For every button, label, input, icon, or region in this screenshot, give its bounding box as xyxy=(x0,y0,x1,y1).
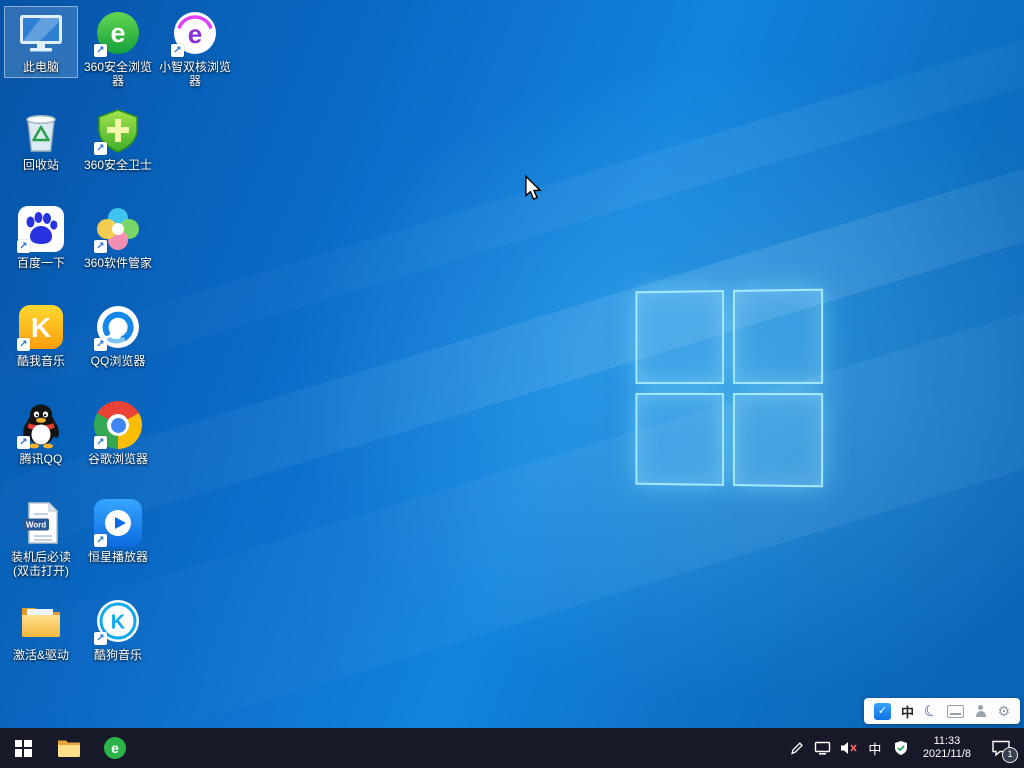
icon-label: 百度一下 xyxy=(16,256,65,270)
shortcut-arrow-overlay: ↗ xyxy=(171,44,184,57)
qq-browser-icon: ↗ xyxy=(94,303,142,351)
ime-account-person-icon[interactable] xyxy=(974,704,987,718)
svg-text:e: e xyxy=(188,19,202,49)
network-icon[interactable] xyxy=(810,728,836,768)
tray-clock[interactable]: 11:33 2021/11/8 xyxy=(914,735,980,761)
desktop-icon-baidu[interactable]: ↗ 百度一下 xyxy=(4,202,78,274)
ime-language-mode[interactable]: 中 xyxy=(901,702,914,721)
kugou-music-icon: K ↗ xyxy=(94,597,142,645)
windows-logo-pane xyxy=(732,392,824,488)
ime-logo-icon[interactable]: ✓ xyxy=(873,702,891,720)
desktop-icon-kugou-music[interactable]: K ↗ 酷狗音乐 xyxy=(81,594,155,666)
360-browser-icon: e xyxy=(104,737,126,759)
file-explorer-button[interactable] xyxy=(46,728,92,768)
ime-toolbar[interactable]: ✓ 中 ☾ ⚙ xyxy=(863,698,1020,724)
icon-label: QQ浏览器 xyxy=(90,354,146,368)
taskbar: e 中 11:33 2021/11/8 1 xyxy=(0,728,1024,768)
icon-label: 回收站 xyxy=(22,158,59,172)
shortcut-arrow-overlay: ↗ xyxy=(94,436,107,449)
windows-logo xyxy=(635,288,824,488)
icon-label: 酷狗音乐 xyxy=(93,648,142,662)
svg-text:e: e xyxy=(110,18,125,48)
recycle-bin-icon xyxy=(17,107,65,155)
windows-logo-pane xyxy=(635,290,724,384)
360-software-manager-icon: ↗ xyxy=(94,205,142,253)
360-browser-icon: e ↗ xyxy=(94,9,142,57)
word-document-icon: Word xyxy=(17,499,65,547)
icon-label: 激活&驱动 xyxy=(12,648,69,662)
shortcut-arrow-overlay: ↗ xyxy=(94,142,107,155)
defender-shield-icon[interactable] xyxy=(888,728,914,768)
desktop-icon-xiaozhi-browser[interactable]: e ↗ 小智双核浏览器 xyxy=(158,6,232,92)
shortcut-arrow-overlay: ↗ xyxy=(17,436,30,449)
icon-label: 装机后必读(双击打开) xyxy=(10,550,71,578)
svg-text:e: e xyxy=(111,740,119,756)
ime-night-mode-moon-icon[interactable]: ☾ xyxy=(921,701,939,722)
svg-text:K: K xyxy=(31,312,51,343)
icon-label: 小智双核浏览器 xyxy=(159,60,232,88)
360-safe-shield-icon: ↗ xyxy=(94,107,142,155)
360-browser-taskbar-button[interactable]: e xyxy=(92,728,138,768)
icon-label: 恒星播放器 xyxy=(87,550,148,564)
desktop-icon-tencent-qq[interactable]: ↗ 腾讯QQ xyxy=(4,398,78,470)
icon-label: 此电脑 xyxy=(22,60,59,74)
shortcut-arrow-overlay: ↗ xyxy=(17,240,30,253)
ime-soft-keyboard-icon[interactable] xyxy=(947,704,965,718)
windows-logo-pane xyxy=(732,288,824,384)
desktop-icon-readme-word-doc[interactable]: Word 装机后必读(双击打开) xyxy=(4,496,78,582)
mouse-cursor xyxy=(524,174,542,207)
desktop-icon-360-software-manager[interactable]: ↗ 360软件管家 xyxy=(81,202,155,274)
icon-label: 腾讯QQ xyxy=(19,452,63,466)
baidu-icon: ↗ xyxy=(17,205,65,253)
desktop-icon-this-pc[interactable]: 此电脑 xyxy=(4,6,78,78)
windows-logo-pane xyxy=(635,392,724,486)
volume-muted-icon[interactable] xyxy=(836,728,862,768)
shortcut-arrow-overlay: ↗ xyxy=(94,534,107,547)
pen-icon[interactable] xyxy=(784,728,810,768)
icon-label: 酷我音乐 xyxy=(16,354,65,368)
desktop-icon-kuwo-music[interactable]: K ↗ 酷我音乐 xyxy=(4,300,78,372)
shortcut-arrow-overlay: ↗ xyxy=(17,338,30,351)
desktop-icon-qq-browser[interactable]: ↗ QQ浏览器 xyxy=(81,300,155,372)
action-center-button[interactable]: 1 xyxy=(980,728,1022,768)
xiaozhi-browser-icon: e ↗ xyxy=(171,9,219,57)
notification-badge: 1 xyxy=(1002,747,1018,763)
this-pc-icon xyxy=(17,9,65,57)
system-tray: 中 11:33 2021/11/8 1 xyxy=(784,728,1024,768)
desktop-icon-chrome[interactable]: ↗ 谷歌浏览器 xyxy=(81,398,155,470)
ime-settings-gear-icon[interactable]: ⚙ xyxy=(997,704,1010,718)
tencent-qq-icon: ↗ xyxy=(17,401,65,449)
start-button[interactable] xyxy=(0,728,46,768)
folder-icon xyxy=(17,597,65,645)
icon-label: 360安全卫士 xyxy=(83,158,153,172)
language-indicator[interactable]: 中 xyxy=(862,728,888,768)
svg-text:K: K xyxy=(111,612,126,634)
windows-start-icon xyxy=(14,739,32,757)
icon-label: 谷歌浏览器 xyxy=(87,452,148,466)
icon-label: 360安全浏览器 xyxy=(83,60,153,88)
desktop-icon-360-safe[interactable]: ↗ 360安全卫士 xyxy=(81,104,155,176)
shortcut-arrow-overlay: ↗ xyxy=(94,240,107,253)
desktop-icon-recycle-bin[interactable]: 回收站 xyxy=(4,104,78,176)
desktop-icon-360-browser[interactable]: e ↗ 360安全浏览器 xyxy=(81,6,155,92)
shortcut-arrow-overlay: ↗ xyxy=(94,338,107,351)
desktop-icon-activation-drivers-folder[interactable]: 激活&驱动 xyxy=(4,594,78,666)
svg-text:Word: Word xyxy=(26,521,46,530)
desktop-wallpaper: 此电脑 回收站 ↗ 百度一下 K ↗ 酷我音乐 ↗ 腾讯QQ Word 装机后必… xyxy=(0,0,1024,728)
clock-date: 2021/11/8 xyxy=(922,748,971,760)
shortcut-arrow-overlay: ↗ xyxy=(94,44,107,57)
star-player-icon: ↗ xyxy=(94,499,142,547)
clock-time: 11:33 xyxy=(933,735,961,747)
shortcut-arrow-overlay: ↗ xyxy=(94,632,107,645)
kuwo-music-icon: K ↗ xyxy=(17,303,65,351)
file-explorer-icon xyxy=(58,740,80,757)
chrome-icon: ↗ xyxy=(94,401,142,449)
desktop-icon-star-player[interactable]: ↗ 恒星播放器 xyxy=(81,496,155,568)
icon-label: 360软件管家 xyxy=(83,256,153,270)
